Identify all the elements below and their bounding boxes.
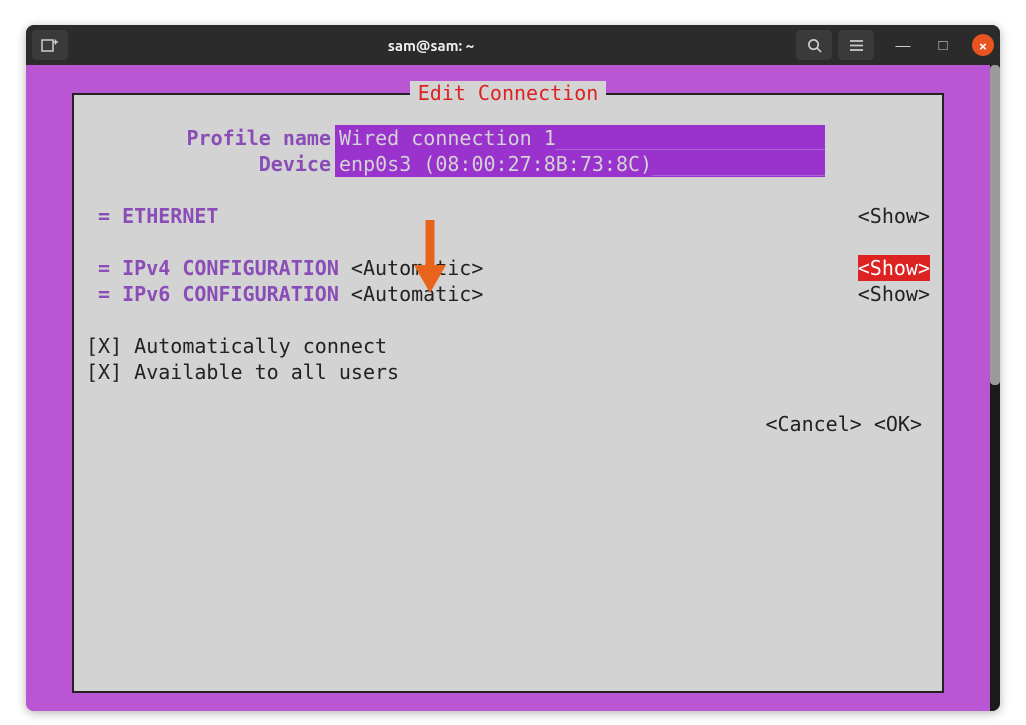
maximize-icon: □: [938, 36, 947, 54]
close-button[interactable]: ×: [972, 34, 994, 56]
ethernet-prefix: =: [86, 203, 122, 229]
device-value: enp0s3 (08:00:27:8B:73:8C): [339, 152, 652, 176]
hamburger-button[interactable]: [838, 30, 874, 60]
close-icon: ×: [979, 37, 987, 54]
ipv4-show-button[interactable]: <Show>: [858, 255, 930, 281]
ethernet-show-button[interactable]: <Show>: [858, 203, 930, 229]
ipv4-section: IPv4 CONFIGURATION: [122, 255, 339, 281]
new-tab-button[interactable]: [32, 30, 68, 60]
auto-connect-checkbox[interactable]: [X] Automatically connect: [86, 333, 387, 359]
titlebar: sam@sam: ~ — □ ×: [26, 25, 1000, 65]
profile-name-input[interactable]: Wired connection 1______________________…: [335, 125, 825, 151]
profile-name-value: Wired connection 1: [339, 126, 556, 150]
profile-name-label: Profile name: [86, 125, 331, 151]
available-all-users-checkbox[interactable]: [X] Available to all users: [86, 359, 399, 385]
ethernet-section: ETHERNET: [122, 203, 218, 229]
terminal-viewport: Edit Connection Profile name Wired conne…: [26, 65, 1000, 711]
hamburger-icon: [849, 39, 864, 52]
device-input[interactable]: enp0s3 (08:00:27:8B:73:8C)______________…: [335, 151, 825, 177]
ipv6-show-button[interactable]: <Show>: [858, 281, 930, 307]
ipv6-section: IPv6 CONFIGURATION: [122, 281, 339, 307]
ipv6-mode-select[interactable]: <Automatic>: [339, 281, 484, 307]
ipv4-mode-value: <Automatic>: [351, 256, 483, 280]
ok-button[interactable]: <OK>: [874, 411, 922, 437]
search-button[interactable]: [796, 30, 832, 60]
ipv6-prefix: =: [86, 281, 122, 307]
minimize-icon: —: [896, 37, 911, 54]
scrollbar[interactable]: [990, 65, 1000, 711]
ipv4-prefix: =: [86, 255, 122, 281]
device-label: Device: [86, 151, 331, 177]
ipv6-mode-value: <Automatic>: [351, 282, 483, 306]
dialog-content: Profile name Wired connection 1_________…: [74, 95, 942, 447]
ipv4-mode-select[interactable]: <Automatic>: [339, 255, 484, 281]
minimize-button[interactable]: —: [892, 34, 914, 56]
edit-connection-dialog: Edit Connection Profile name Wired conne…: [72, 93, 944, 693]
maximize-button[interactable]: □: [932, 34, 954, 56]
cancel-button[interactable]: <Cancel>: [765, 411, 861, 437]
scrollbar-thumb[interactable]: [990, 65, 1000, 385]
terminal-window: sam@sam: ~ — □ ×: [26, 25, 1000, 711]
new-tab-icon: [41, 37, 59, 53]
search-icon: [807, 38, 822, 53]
dialog-title: Edit Connection: [410, 81, 607, 105]
window-title: sam@sam: ~: [72, 37, 790, 54]
